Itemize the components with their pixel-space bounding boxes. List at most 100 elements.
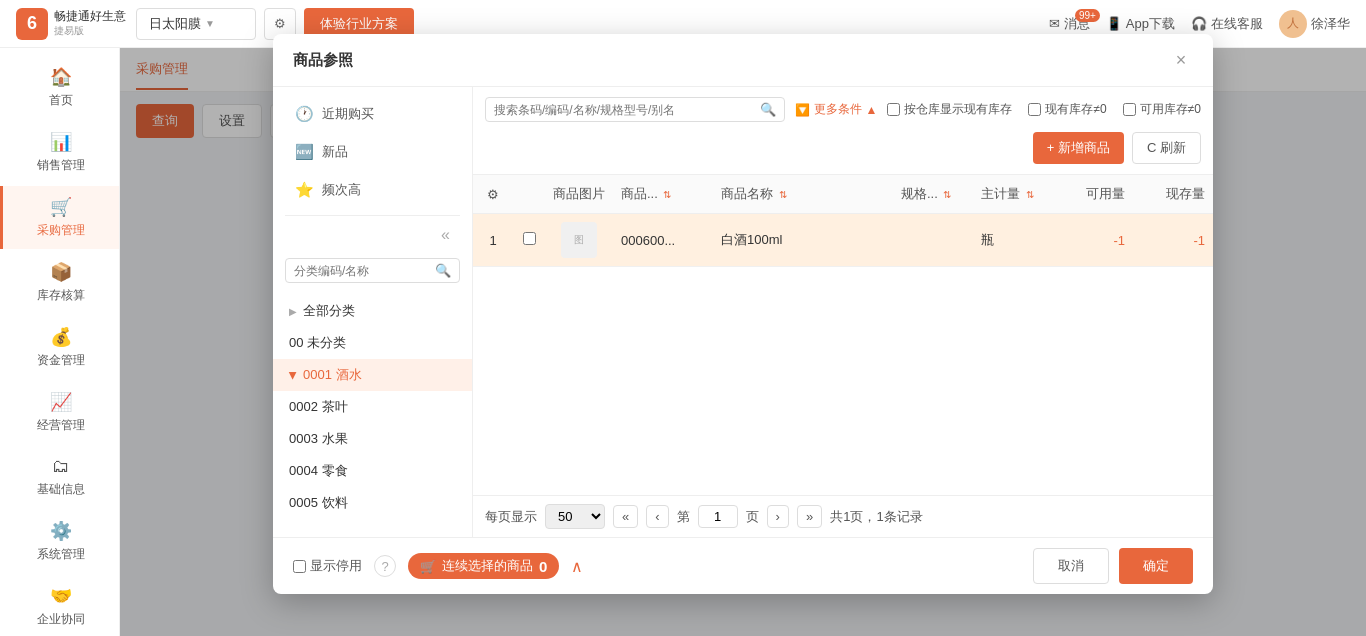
cb-warehouse-stock-input[interactable] bbox=[887, 103, 900, 116]
tree-item-snack[interactable]: 0004 零食 bbox=[273, 455, 472, 487]
col-avail-header: 可用量 bbox=[1053, 175, 1133, 214]
message-item[interactable]: ✉ 消息 99+ bbox=[1049, 15, 1090, 33]
cb-usable-stock-input[interactable] bbox=[1123, 103, 1136, 116]
col-check bbox=[513, 175, 545, 214]
prev-page-button[interactable]: ‹ bbox=[646, 505, 668, 528]
sidebar-item-operations[interactable]: 📈 经营管理 bbox=[0, 381, 119, 444]
filter-more-button[interactable]: 🔽 更多条件 ▲ bbox=[795, 101, 878, 118]
main-layout: 🏠 首页 📊 销售管理 🛒 采购管理 📦 库存核算 💰 资金管理 📈 经营管理 … bbox=[0, 48, 1366, 636]
sidebar-label-purchase: 采购管理 bbox=[37, 222, 85, 239]
cb-available-stock-input[interactable] bbox=[1028, 103, 1041, 116]
show-disabled-checkbox[interactable]: 显示停用 bbox=[293, 557, 362, 575]
tree-item-all[interactable]: ▶ 全部分类 bbox=[273, 295, 472, 327]
close-icon[interactable]: × bbox=[1169, 48, 1193, 72]
nav-dropdown[interactable]: 日太阳膜 ▼ bbox=[136, 8, 256, 40]
page-input[interactable] bbox=[698, 505, 738, 528]
pagination-bar: 每页显示 20 50 100 « ‹ 第 页 › » 共1页，1条记录 bbox=[473, 495, 1213, 537]
category-tree: ▶ 全部分类 00 未分类 ▶ 0001 酒水 0002 茶叶 bbox=[273, 291, 472, 527]
product-reference-modal: 商品参照 × 🕐 近期购买 🆕 新品 bbox=[273, 34, 1213, 594]
sidebar-item-collab[interactable]: 🤝 企业协同 bbox=[0, 575, 119, 636]
cb-warehouse-stock[interactable]: 按仓库显示现有库存 bbox=[887, 101, 1012, 118]
help-icon[interactable]: ? bbox=[374, 555, 396, 577]
tab-recent-buy[interactable]: 🕐 近期购买 bbox=[285, 97, 460, 131]
sidebar-item-home[interactable]: 🏠 首页 bbox=[0, 56, 119, 119]
tree-arrow-all: ▶ bbox=[289, 306, 297, 317]
row-checkbox[interactable] bbox=[523, 232, 536, 245]
collapse-panel-button[interactable]: « bbox=[435, 224, 456, 246]
first-page-button[interactable]: « bbox=[613, 505, 638, 528]
sidebar-item-system[interactable]: ⚙️ 系统管理 bbox=[0, 510, 119, 573]
tree-label-snack: 0004 零食 bbox=[289, 462, 348, 480]
sidebar-item-inventory[interactable]: 📦 库存核算 bbox=[0, 251, 119, 314]
username: 徐泽华 bbox=[1311, 15, 1350, 33]
product-search-icon[interactable]: 🔍 bbox=[760, 102, 776, 117]
tree-label-liquor: 0001 酒水 bbox=[303, 366, 362, 384]
service-icon: 🎧 bbox=[1191, 16, 1207, 31]
logo-text: 畅捷通好生意 bbox=[54, 9, 126, 25]
tree-item-liquor[interactable]: ▶ 0001 酒水 bbox=[273, 359, 472, 391]
cancel-button[interactable]: 取消 bbox=[1033, 548, 1109, 584]
col-unit-header[interactable]: 主计量 ⇅ bbox=[973, 175, 1053, 214]
sidebar-item-purchase[interactable]: 🛒 采购管理 bbox=[0, 186, 119, 249]
product-table-area: ⚙ 商品图片 商品... ⇅ 商品名称 ⇅ bbox=[473, 175, 1213, 495]
row-unit: 瓶 bbox=[973, 214, 1053, 267]
filter-more-label: 更多条件 bbox=[814, 101, 862, 118]
tab-new-product[interactable]: 🆕 新品 bbox=[285, 135, 460, 169]
sidebar-item-finance[interactable]: 💰 资金管理 bbox=[0, 316, 119, 379]
tab-new-product-label: 新品 bbox=[322, 143, 348, 161]
product-search-input[interactable] bbox=[494, 103, 754, 117]
service-item[interactable]: 🎧 在线客服 bbox=[1191, 15, 1263, 33]
col-code-header[interactable]: 商品... ⇅ bbox=[613, 175, 713, 214]
sidebar-item-basics[interactable]: 🗂 基础信息 bbox=[0, 446, 119, 508]
table-row[interactable]: 1 图 000600... 白酒100ml bbox=[473, 214, 1213, 267]
tree-label-all: 全部分类 bbox=[303, 302, 355, 320]
category-search-icon[interactable]: 🔍 bbox=[435, 263, 451, 278]
page-size-select[interactable]: 20 50 100 bbox=[545, 504, 605, 529]
col-name-header[interactable]: 商品名称 ⇅ bbox=[713, 175, 893, 214]
left-panel: 🕐 近期购买 🆕 新品 ⭐ 频次高 bbox=[273, 87, 473, 537]
recent-buy-icon: 🕐 bbox=[295, 105, 314, 123]
col-spec-label: 规格... bbox=[901, 186, 938, 201]
operations-icon: 📈 bbox=[50, 391, 72, 413]
user-item[interactable]: 人 徐泽华 bbox=[1279, 10, 1350, 38]
show-disabled-input[interactable] bbox=[293, 560, 306, 573]
cart-area[interactable]: 🛒 连续选择的商品 0 bbox=[408, 553, 559, 579]
sidebar-item-sales[interactable]: 📊 销售管理 bbox=[0, 121, 119, 184]
tree-item-tea[interactable]: 0002 茶叶 bbox=[273, 391, 472, 423]
tree-item-fruit[interactable]: 0003 水果 bbox=[273, 423, 472, 455]
logo-area: 6 畅捷通好生意 捷易版 bbox=[16, 8, 136, 40]
sidebar-label-inventory: 库存核算 bbox=[37, 287, 85, 304]
cb-usable-stock[interactable]: 可用库存≠0 bbox=[1123, 101, 1201, 118]
col-spec-sort-icon: ⇅ bbox=[943, 189, 951, 200]
row-avail: -1 bbox=[1053, 214, 1133, 267]
cb-available-stock[interactable]: 现有库存≠0 bbox=[1028, 101, 1106, 118]
add-product-button[interactable]: + 新增商品 bbox=[1033, 132, 1124, 164]
row-checkbox-cell[interactable] bbox=[513, 214, 545, 267]
checkbox-group: 按仓库显示现有库存 现有库存≠0 可用库存≠0 bbox=[887, 101, 1201, 118]
tab-high-freq[interactable]: ⭐ 频次高 bbox=[285, 173, 460, 207]
inventory-icon: 📦 bbox=[50, 261, 72, 283]
dropdown-arrow-icon: ▼ bbox=[205, 18, 215, 29]
tree-item-uncategorized[interactable]: 00 未分类 bbox=[273, 327, 472, 359]
tab-high-freq-label: 频次高 bbox=[322, 181, 361, 199]
high-freq-icon: ⭐ bbox=[295, 181, 314, 199]
tree-label-uncategorized: 00 未分类 bbox=[289, 334, 346, 352]
category-search-input[interactable] bbox=[294, 264, 429, 278]
sidebar-label-home: 首页 bbox=[49, 92, 73, 109]
confirm-button[interactable]: 确定 bbox=[1119, 548, 1193, 584]
col-settings[interactable]: ⚙ bbox=[473, 175, 513, 214]
last-page-button[interactable]: » bbox=[797, 505, 822, 528]
cart-collapse-icon[interactable]: ∧ bbox=[571, 557, 583, 576]
col-spec-header[interactable]: 规格... ⇅ bbox=[893, 175, 973, 214]
tree-item-water[interactable]: 0008 水 bbox=[273, 519, 472, 527]
tree-item-drink[interactable]: 0005 饮料 bbox=[273, 487, 472, 519]
app-icon: 📱 bbox=[1106, 16, 1122, 31]
col-name-sort-icon: ⇅ bbox=[779, 189, 787, 200]
app-download-item[interactable]: 📱 App下载 bbox=[1106, 15, 1175, 33]
modal-title: 商品参照 bbox=[293, 51, 353, 70]
finance-icon: 💰 bbox=[50, 326, 72, 348]
next-page-button[interactable]: › bbox=[767, 505, 789, 528]
new-product-icon: 🆕 bbox=[295, 143, 314, 161]
sales-icon: 📊 bbox=[50, 131, 72, 153]
refresh-button[interactable]: C 刷新 bbox=[1132, 132, 1201, 164]
